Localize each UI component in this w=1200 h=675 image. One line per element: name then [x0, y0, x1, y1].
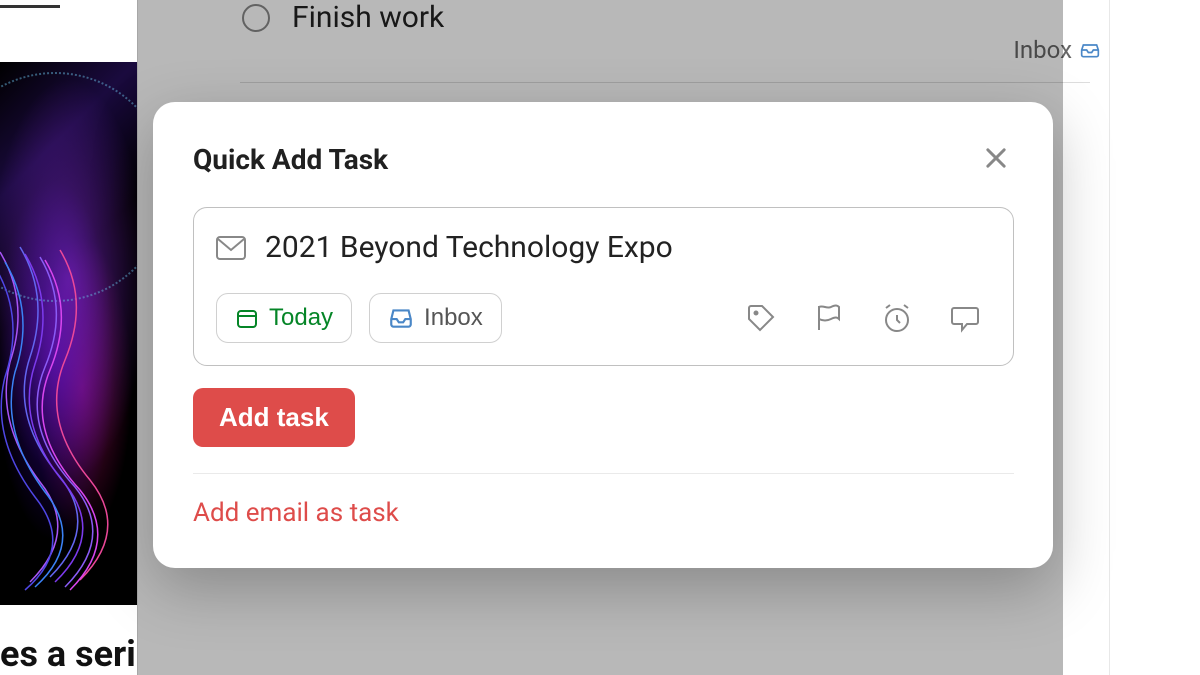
label-button[interactable]	[745, 302, 777, 334]
alarm-clock-icon	[881, 302, 913, 334]
add-task-button[interactable]: Add task	[193, 388, 355, 447]
project-inbox-chip[interactable]: Inbox	[369, 293, 502, 343]
envelope-icon	[216, 236, 246, 260]
close-button[interactable]	[978, 140, 1014, 179]
calendar-icon	[235, 306, 259, 330]
quick-add-task-modal: Quick Add Task	[153, 102, 1053, 568]
comment-button[interactable]	[949, 302, 981, 334]
reminder-button[interactable]	[881, 302, 913, 334]
inbox-icon	[388, 305, 414, 331]
comment-icon	[949, 302, 981, 334]
modal-title: Quick Add Task	[193, 143, 388, 176]
task-input-container: Today Inbox	[193, 207, 1014, 366]
decorative-image-panel	[0, 62, 137, 605]
hamburger-partial	[0, 0, 60, 8]
inbox-icon	[1080, 40, 1100, 60]
close-icon	[982, 144, 1010, 172]
task-name-input[interactable]	[265, 230, 991, 265]
tag-icon	[745, 302, 777, 334]
flag-icon	[813, 302, 845, 334]
modal-divider	[193, 473, 1014, 474]
add-email-as-task-link[interactable]: Add email as task	[193, 498, 399, 528]
priority-button[interactable]	[813, 302, 845, 334]
schedule-today-chip[interactable]: Today	[216, 293, 352, 343]
